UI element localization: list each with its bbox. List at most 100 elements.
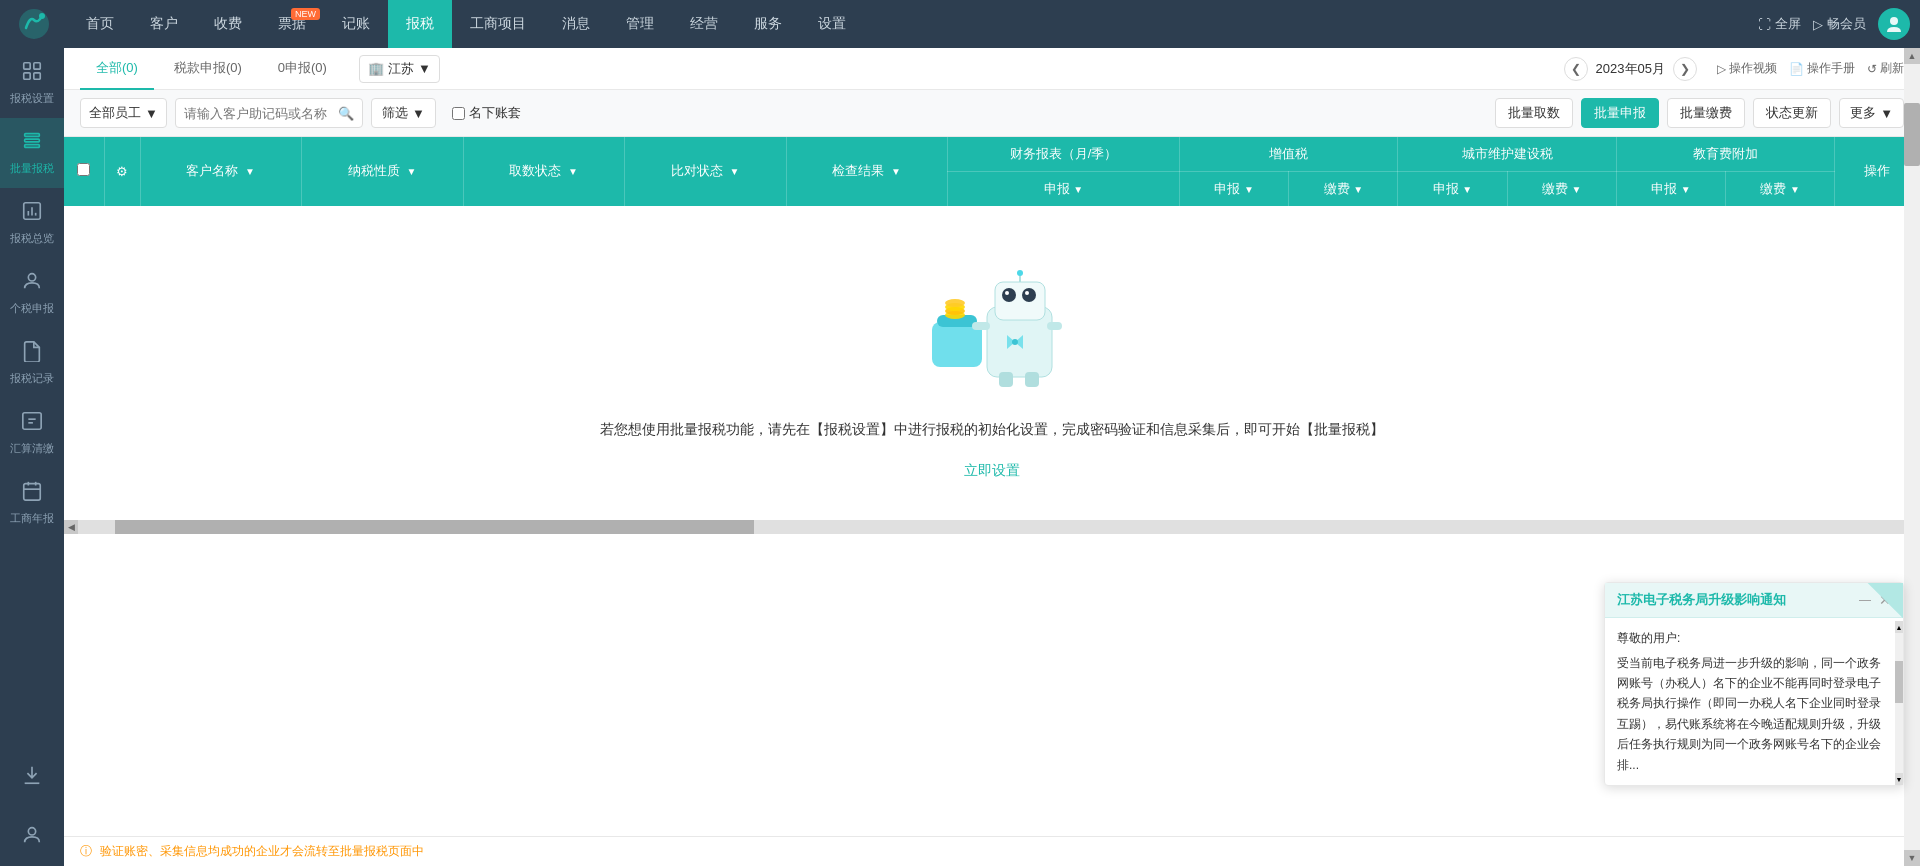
check-result-filter-icon[interactable]: ▼ (891, 166, 901, 177)
app-logo[interactable] (10, 0, 58, 48)
th-edu-declare: 申报 ▼ (1616, 172, 1725, 207)
manual-icon: 📄 (1789, 62, 1804, 76)
notification-minimize[interactable]: — (1859, 593, 1871, 607)
sidebar-item-tax-records[interactable]: 报税记录 (0, 328, 64, 398)
notif-scroll-up-btn[interactable]: ▲ (1895, 621, 1903, 633)
region-selector[interactable]: 🏢 江苏 ▼ (359, 55, 440, 83)
sidebar-item-personal-tax[interactable]: 个税申报 (0, 258, 64, 328)
refresh-btn[interactable]: ↺ 刷新 (1867, 60, 1904, 77)
nav-customer[interactable]: 客户 (132, 0, 196, 48)
setup-link[interactable]: 立即设置 (964, 462, 1020, 480)
personal-tax-icon (21, 270, 43, 297)
nav-tax[interactable]: 报税 (388, 0, 452, 48)
vscroll-track[interactable] (1904, 64, 1920, 850)
nav-service[interactable]: 服务 (736, 0, 800, 48)
next-month-btn[interactable]: ❯ (1673, 57, 1697, 81)
th-city-construction: 城市维护建设税 (1398, 137, 1616, 172)
tab-zero-declaration[interactable]: 0申报(0) (262, 48, 343, 90)
vat-pay-filter-icon[interactable]: ▼ (1353, 184, 1363, 195)
th-tax-type: 纳税性质 ▼ (302, 137, 464, 206)
th-gear[interactable]: ⚙ (104, 137, 140, 206)
account-set-checkbox-label[interactable]: 名下账套 (452, 104, 521, 122)
sidebar-item-settlement[interactable]: 汇算清缴 (0, 398, 64, 468)
sidebar: 报税设置 批量报税 报税总览 (0, 48, 64, 866)
member-btn[interactable]: ▷ 畅会员 (1813, 15, 1866, 33)
th-edu-pay: 缴费 ▼ (1725, 172, 1834, 207)
edu-pay-filter-icon[interactable]: ▼ (1790, 184, 1800, 195)
notification-close-btn[interactable]: ✕ (1879, 592, 1891, 608)
nav-settings[interactable]: 设置 (800, 0, 864, 48)
sidebar-item-batch-tax[interactable]: 批量报税 (0, 118, 64, 188)
operation-video-btn[interactable]: ▷ 操作视频 (1717, 60, 1777, 77)
avatar[interactable] (1878, 8, 1910, 40)
svg-rect-3 (24, 63, 30, 69)
sidebar-item-tax-settings[interactable]: 报税设置 (0, 48, 64, 118)
svg-point-14 (28, 274, 35, 281)
tax-records-icon (21, 340, 43, 367)
svg-rect-5 (24, 73, 30, 79)
th-vat-pay: 缴费 ▼ (1289, 172, 1398, 207)
th-compare-status: 比对状态 ▼ (625, 137, 787, 206)
global-vertical-scrollbar: ▲ ▼ (1904, 48, 1920, 866)
th-vat: 增值税 (1180, 137, 1398, 172)
batch-fetch-btn[interactable]: 批量取数 (1495, 98, 1573, 128)
account-set-checkbox[interactable] (452, 107, 465, 120)
horizontal-scrollbar: ◀ ▶ (64, 520, 1920, 534)
financial-declare-filter-icon[interactable]: ▼ (1073, 184, 1083, 195)
tax-type-filter-icon[interactable]: ▼ (407, 166, 417, 177)
prev-month-btn[interactable]: ❮ (1564, 57, 1588, 81)
filter-btn[interactable]: 筛选 ▼ (371, 98, 436, 128)
sidebar-item-annual-report[interactable]: 工商年报 (0, 468, 64, 538)
vat-declare-filter-icon[interactable]: ▼ (1244, 184, 1254, 195)
svg-rect-8 (25, 139, 40, 142)
fetch-status-filter-icon[interactable]: ▼ (568, 166, 578, 177)
nav-items: 首页 客户 收费 票据 NEW 记账 报税 工商项目 消息 管理 经营 服务 设… (68, 0, 1758, 48)
sidebar-item-user[interactable] (0, 806, 64, 866)
svg-point-34 (1002, 288, 1016, 302)
svg-rect-40 (999, 372, 1013, 387)
nav-management[interactable]: 管理 (608, 0, 672, 48)
city-pay-filter-icon[interactable]: ▼ (1572, 184, 1582, 195)
city-declare-filter-icon[interactable]: ▼ (1462, 184, 1472, 195)
nav-invoice[interactable]: 票据 NEW (260, 0, 324, 48)
status-update-btn[interactable]: 状态更新 (1753, 98, 1831, 128)
employee-selector[interactable]: 全部员工 ▼ (80, 98, 167, 128)
download-icon (21, 764, 43, 788)
nav-operation[interactable]: 经营 (672, 0, 736, 48)
video-icon: ▷ (1717, 62, 1726, 76)
search-box: 🔍 (175, 98, 363, 128)
notification-popup: 江苏电子税务局升级影响通知 — ✕ 尊敬的用户: 受当前电子税务局进一步升级的影… (1604, 582, 1904, 786)
search-input[interactable] (184, 106, 334, 121)
th-city-declare: 申报 ▼ (1398, 172, 1507, 207)
vscroll-up-btn[interactable]: ▲ (1904, 48, 1920, 64)
svg-rect-4 (34, 63, 40, 69)
tab-tax-declaration[interactable]: 税款申报(0) (158, 48, 258, 90)
more-dropdown-icon: ▼ (1880, 106, 1893, 121)
sidebar-item-download[interactable] (0, 746, 64, 806)
svg-point-1 (39, 13, 45, 19)
scroll-track[interactable] (78, 520, 1906, 534)
notif-scroll-down-btn[interactable]: ▼ (1895, 773, 1903, 785)
fullscreen-btn[interactable]: ⛶ 全屏 (1758, 15, 1801, 33)
batch-pay-btn[interactable]: 批量缴费 (1667, 98, 1745, 128)
edu-declare-filter-icon[interactable]: ▼ (1681, 184, 1691, 195)
select-all-checkbox[interactable] (77, 163, 90, 176)
sidebar-item-tax-summary[interactable]: 报税总览 (0, 188, 64, 258)
more-btn[interactable]: 更多 ▼ (1839, 98, 1904, 128)
svg-rect-38 (972, 322, 990, 330)
batch-declare-btn[interactable]: 批量申报 (1581, 98, 1659, 128)
compare-status-filter-icon[interactable]: ▼ (730, 166, 740, 177)
nav-business[interactable]: 工商项目 (452, 0, 544, 48)
nav-accounting[interactable]: 记账 (324, 0, 388, 48)
search-icon[interactable]: 🔍 (338, 106, 354, 121)
nav-message[interactable]: 消息 (544, 0, 608, 48)
vscroll-down-btn[interactable]: ▼ (1904, 850, 1920, 866)
scroll-left-btn[interactable]: ◀ (64, 520, 78, 534)
region-building-icon: 🏢 (368, 61, 384, 76)
operation-manual-btn[interactable]: 📄 操作手册 (1789, 60, 1855, 77)
nav-home[interactable]: 首页 (68, 0, 132, 48)
nav-billing[interactable]: 收费 (196, 0, 260, 48)
tab-all[interactable]: 全部(0) (80, 48, 154, 90)
warning-text: 验证账密、采集信息均成功的企业才会流转至批量报税页面中 (100, 843, 424, 860)
customer-name-filter-icon[interactable]: ▼ (245, 166, 255, 177)
